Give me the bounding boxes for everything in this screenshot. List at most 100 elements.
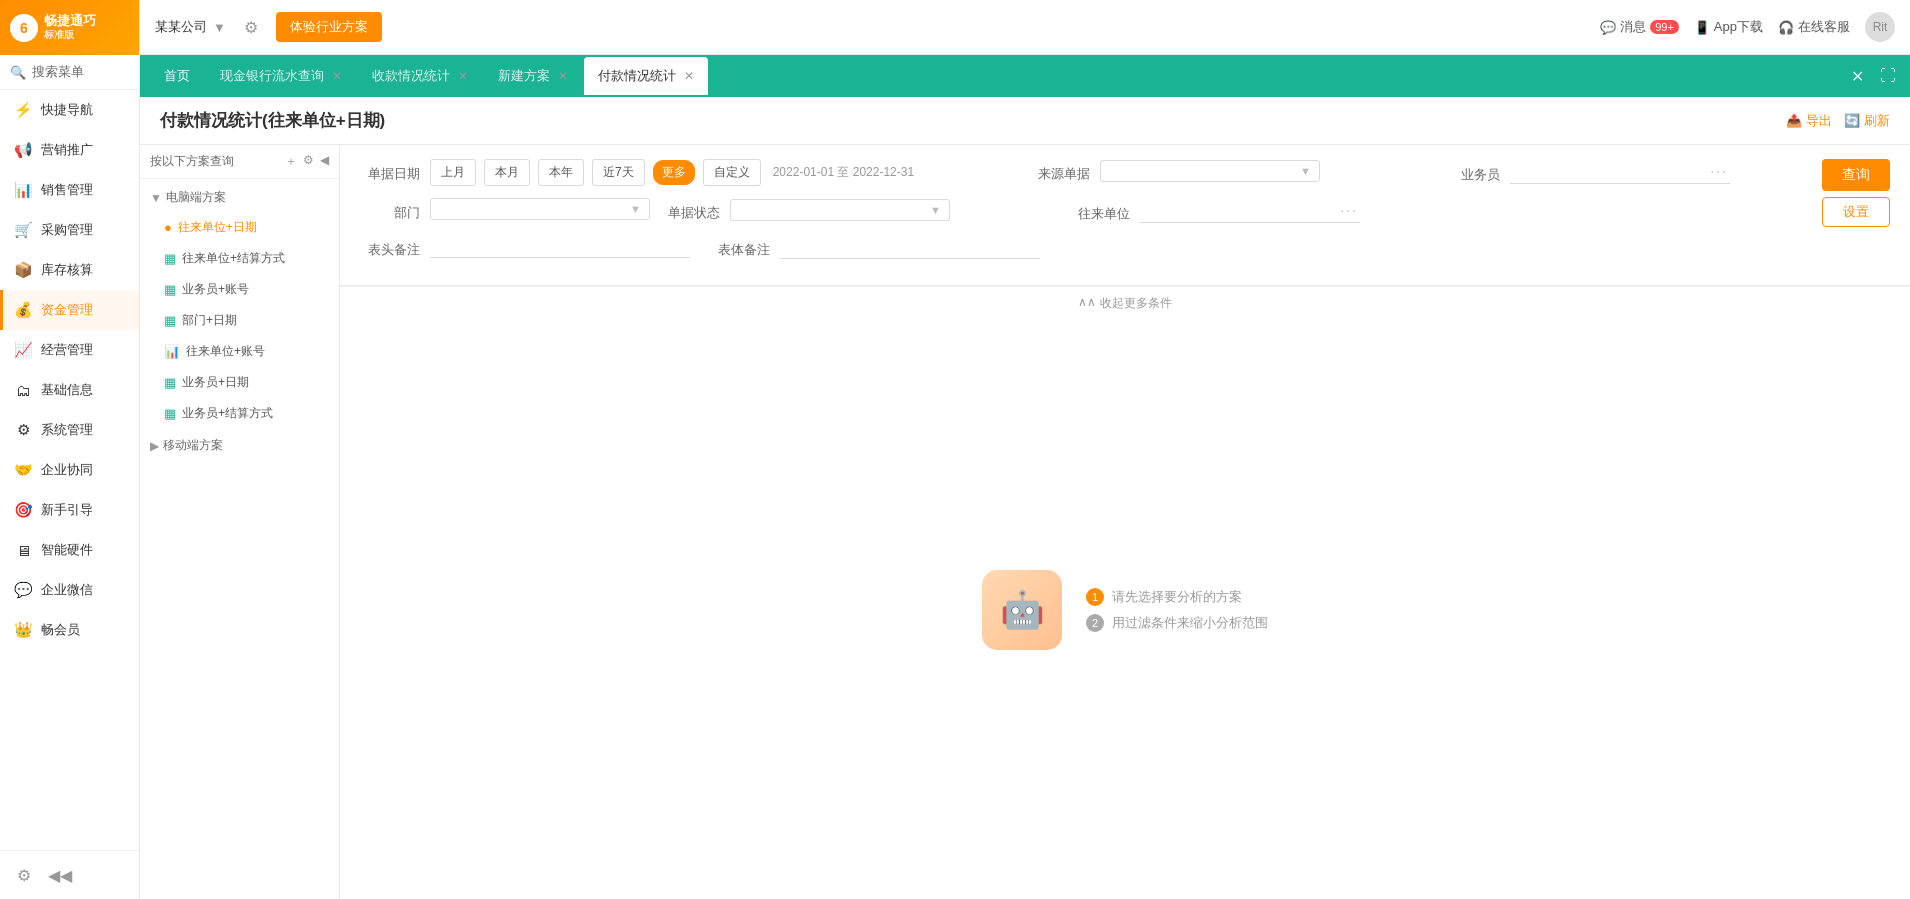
user-avatar[interactable]: Rit xyxy=(1865,12,1895,42)
sidebar-item-marketing[interactable]: 📢 营销推广 xyxy=(0,130,139,170)
query-btn[interactable]: 查询 xyxy=(1822,159,1890,191)
body-note-label: 表体备注 xyxy=(710,235,770,259)
doc-status-select[interactable]: ▼ xyxy=(730,199,950,221)
customer-service-btn[interactable]: 🎧 在线客服 xyxy=(1778,18,1850,36)
scheme-item-staff-settle[interactable]: ▦ 业务员+结算方式 xyxy=(140,398,339,429)
company-selector[interactable]: 某某公司 ▼ xyxy=(155,18,226,36)
source-doc-select[interactable]: ▼ xyxy=(1100,160,1320,182)
table-icon: ▦ xyxy=(164,251,176,266)
date-more-btn[interactable]: 更多 xyxy=(653,160,695,185)
scheme-item-partner-date[interactable]: ● 往来单位+日期 xyxy=(140,212,339,243)
filter-settings-btn[interactable]: 设置 xyxy=(1822,197,1890,227)
tab-bank-flow-close[interactable]: ✕ xyxy=(332,69,342,83)
header-note-input[interactable] xyxy=(430,235,690,258)
tab-payment-close[interactable]: ✕ xyxy=(684,69,694,83)
tab-home[interactable]: 首页 xyxy=(150,57,204,95)
empty-wrap: 🤖 1 请先选择要分析的方案 2 用过滤条件来缩小分析范围 xyxy=(982,570,1268,650)
scheme-item-staff-account[interactable]: ▦ 业务员+账号 xyxy=(140,274,339,305)
scheme-panel: 按以下方案查询 ＋ ⚙ ◀ ▼ 电脑端方案 xyxy=(140,145,340,899)
hint-num-1: 1 xyxy=(1086,588,1104,606)
collapse-label: 收起更多条件 xyxy=(1100,295,1172,312)
scheme-item-label: 往来单位+账号 xyxy=(186,343,265,360)
date-this-year-btn[interactable]: 本年 xyxy=(538,159,584,186)
hint-text-1: 请先选择要分析的方案 xyxy=(1112,588,1242,606)
scheme-item-label: 业务员+账号 xyxy=(182,281,249,298)
doc-status-arrow: ▼ xyxy=(930,204,941,216)
empty-state: 🤖 1 请先选择要分析的方案 2 用过滤条件来缩小分析范围 xyxy=(340,320,1910,899)
sidebar-item-label: 快捷导航 xyxy=(41,101,93,119)
sidebar-item-hardware[interactable]: 🖥 智能硬件 xyxy=(0,530,139,570)
sidebar-item-enterprise[interactable]: 🤝 企业协同 xyxy=(0,450,139,490)
sidebar-item-finance[interactable]: 💰 资金管理 xyxy=(0,290,139,330)
page-title: 付款情况统计(往来单位+日期) xyxy=(160,109,385,132)
tab-close-all-btn[interactable]: ✕ xyxy=(1847,63,1868,90)
sidebar: 6 畅捷通巧 标准版 🔍 搜索菜单 ⚡ 快捷导航 📢 营销推广 📊 销售管理 🛒… xyxy=(0,0,140,899)
logo-icon: 6 xyxy=(10,14,38,42)
scheme-group-desktop-header[interactable]: ▼ 电脑端方案 xyxy=(140,183,339,212)
footer-settings-icon[interactable]: ⚙ xyxy=(10,861,38,889)
sidebar-item-guide[interactable]: 🎯 新手引导 xyxy=(0,490,139,530)
partner-label: 往来单位 xyxy=(1070,199,1130,223)
sidebar-item-quick-nav[interactable]: ⚡ 快捷导航 xyxy=(0,90,139,130)
tab-collection-close[interactable]: ✕ xyxy=(458,69,468,83)
empty-hint-1: 1 请先选择要分析的方案 xyxy=(1086,588,1268,606)
sidebar-item-sales[interactable]: 📊 销售管理 xyxy=(0,170,139,210)
footer-collapse-icon[interactable]: ◀◀ xyxy=(46,861,74,889)
sidebar-item-member[interactable]: 👑 畅会员 xyxy=(0,610,139,650)
filter-container: 单据日期 上月 本月 本年 近7天 更多 自定义 2022-01-01 至 20… xyxy=(340,145,1910,286)
quick-nav-icon: ⚡ xyxy=(13,100,33,120)
tab-new-scheme-label: 新建方案 xyxy=(498,67,550,85)
date-this-month-btn[interactable]: 本月 xyxy=(484,159,530,186)
sidebar-item-inventory[interactable]: 📦 库存核算 xyxy=(0,250,139,290)
tab-new-scheme-close[interactable]: ✕ xyxy=(558,69,568,83)
scheme-settings-icon[interactable]: ⚙ xyxy=(303,153,314,170)
body-note-input[interactable] xyxy=(780,236,1040,259)
chevron-right-icon: ▶ xyxy=(150,439,159,453)
partner-field[interactable]: ··· xyxy=(1140,198,1360,223)
sidebar-item-basic[interactable]: 🗂 基础信息 xyxy=(0,370,139,410)
scheme-header: 按以下方案查询 ＋ ⚙ ◀ xyxy=(140,145,339,179)
chart-icon: 📊 xyxy=(164,344,180,359)
export-label: 导出 xyxy=(1806,112,1832,130)
scheme-group-mobile-label: 移动端方案 xyxy=(163,437,223,454)
sidebar-item-weixin[interactable]: 💬 企业微信 xyxy=(0,570,139,610)
message-badge: 99+ xyxy=(1650,20,1679,34)
filter-row-dept: 部门 ▼ 单据状态 ▼ 往来单 xyxy=(360,198,1790,223)
sidebar-item-label: 企业协同 xyxy=(41,461,93,479)
tab-collection-stats[interactable]: 收款情况统计 ✕ xyxy=(358,57,482,95)
header-settings-btn[interactable]: ⚙ xyxy=(236,12,266,42)
trial-industry-btn[interactable]: 体验行业方案 xyxy=(276,12,382,42)
scheme-group-mobile-header[interactable]: ▶ 移动端方案 xyxy=(140,431,339,460)
tab-payment-stats[interactable]: 付款情况统计 ✕ xyxy=(584,57,708,95)
sidebar-item-operation[interactable]: 📈 经营管理 xyxy=(0,330,139,370)
hardware-icon: 🖥 xyxy=(13,540,33,560)
tab-bank-flow-label: 现金银行流水查询 xyxy=(220,67,324,85)
tab-new-scheme[interactable]: 新建方案 ✕ xyxy=(484,57,582,95)
sales-icon: 📊 xyxy=(13,180,33,200)
scheme-item-partner-account[interactable]: 📊 往来单位+账号 xyxy=(140,336,339,367)
date-custom-btn[interactable]: 自定义 xyxy=(703,159,761,186)
date-last-7days-btn[interactable]: 近7天 xyxy=(592,159,645,186)
scheme-collapse-icon[interactable]: ◀ xyxy=(320,153,329,170)
scheme-item-dept-date[interactable]: ▦ 部门+日期 xyxy=(140,305,339,336)
tab-bank-flow[interactable]: 现金银行流水查询 ✕ xyxy=(206,57,356,95)
message-btn[interactable]: 💬 消息 99+ xyxy=(1600,18,1679,36)
scheme-add-icon[interactable]: ＋ xyxy=(285,153,297,170)
scheme-item-staff-date[interactable]: ▦ 业务员+日期 xyxy=(140,367,339,398)
tab-maximize-btn[interactable]: ⛶ xyxy=(1876,63,1900,89)
export-btn[interactable]: 📤 导出 xyxy=(1786,112,1832,130)
app-download-btn[interactable]: 📱 App下载 xyxy=(1694,18,1763,36)
system-icon: ⚙ xyxy=(13,420,33,440)
sidebar-item-label: 营销推广 xyxy=(41,141,93,159)
scheme-item-partner-settle[interactable]: ▦ 往来单位+结算方式 xyxy=(140,243,339,274)
sidebar-item-system[interactable]: ⚙ 系统管理 xyxy=(0,410,139,450)
collapse-bar[interactable]: ∧∧ 收起更多条件 xyxy=(340,286,1910,320)
page-content: 付款情况统计(往来单位+日期) 📤 导出 🔄 刷新 按以下方案查询 ＋ xyxy=(140,97,1910,899)
staff-field[interactable]: ··· xyxy=(1510,159,1730,184)
header-note-label: 表头备注 xyxy=(360,235,420,259)
date-last-month-btn[interactable]: 上月 xyxy=(430,159,476,186)
refresh-btn[interactable]: 🔄 刷新 xyxy=(1844,112,1890,130)
dept-select[interactable]: ▼ xyxy=(430,198,650,220)
search-menu[interactable]: 🔍 搜索菜单 xyxy=(0,55,139,90)
sidebar-item-purchase[interactable]: 🛒 采购管理 xyxy=(0,210,139,250)
